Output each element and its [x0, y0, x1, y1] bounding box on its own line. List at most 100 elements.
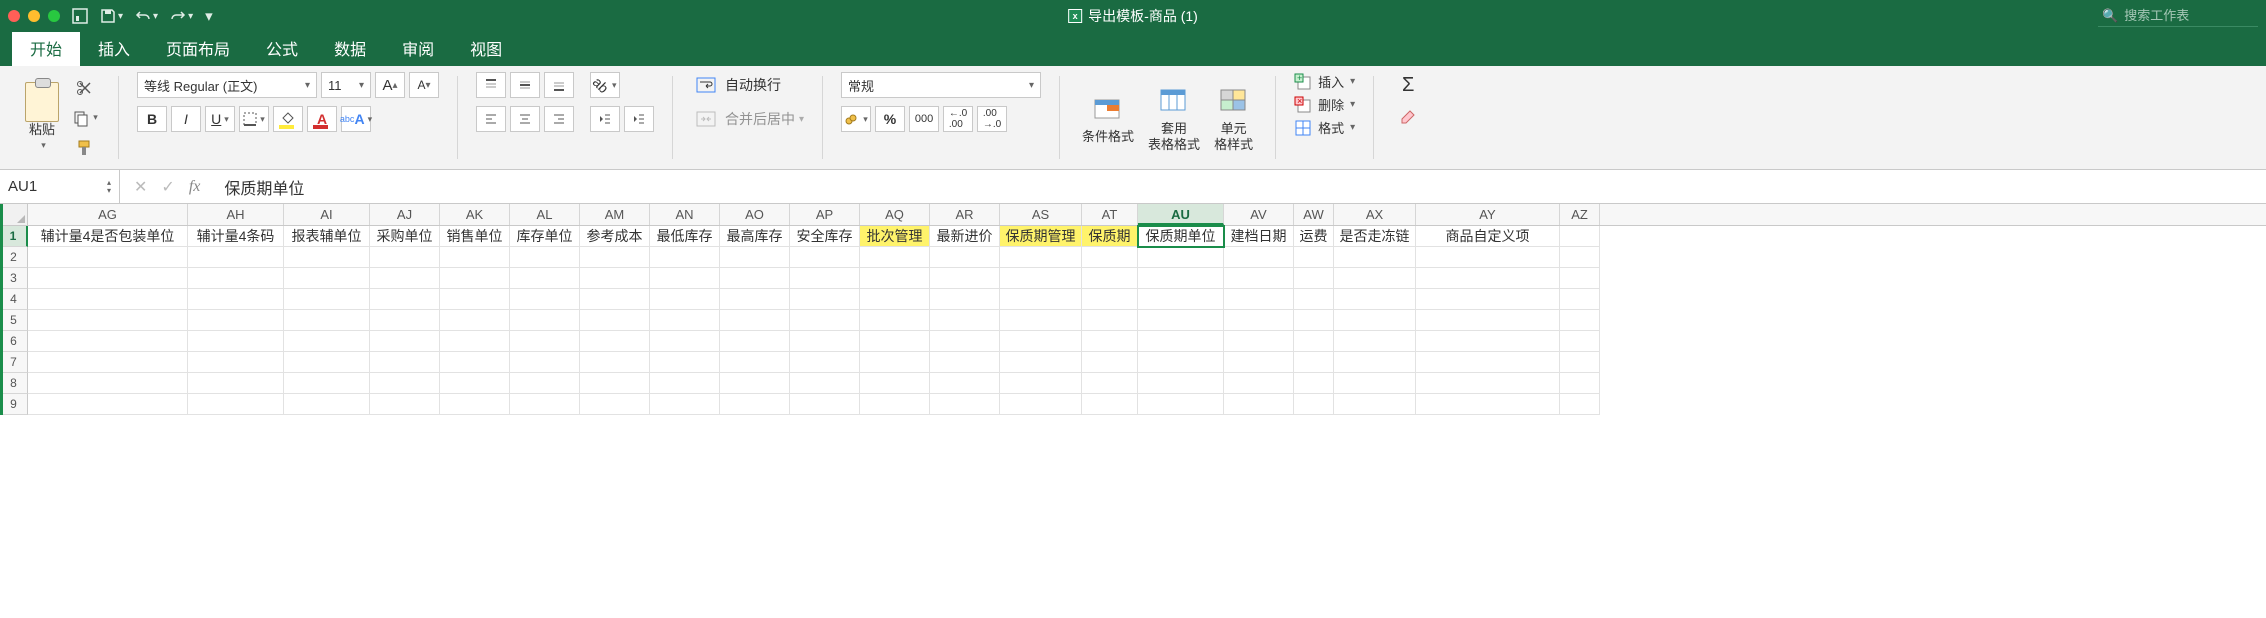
select-all-corner[interactable]: [0, 204, 28, 225]
cell-AT6[interactable]: [1082, 331, 1138, 352]
row-header-5[interactable]: 5: [0, 310, 28, 331]
cell-AP1[interactable]: 安全库存: [790, 226, 860, 247]
tab-审阅[interactable]: 审阅: [384, 30, 452, 66]
italic-button[interactable]: I: [171, 106, 201, 132]
cell-AZ2[interactable]: [1560, 247, 1600, 268]
cell-AV6[interactable]: [1224, 331, 1294, 352]
cell-AR2[interactable]: [930, 247, 1000, 268]
cell-AH8[interactable]: [188, 373, 284, 394]
increase-font-button[interactable]: A▴: [375, 72, 405, 98]
cell-AY1[interactable]: 商品自定义项: [1416, 226, 1560, 247]
search-input[interactable]: [2122, 7, 2242, 24]
cell-AO8[interactable]: [720, 373, 790, 394]
cell-AV5[interactable]: [1224, 310, 1294, 331]
decrease-indent-button[interactable]: [590, 106, 620, 132]
cell-AS8[interactable]: [1000, 373, 1082, 394]
orientation-button[interactable]: ab: [590, 72, 620, 98]
cell-AX2[interactable]: [1334, 247, 1416, 268]
cell-AW9[interactable]: [1294, 394, 1334, 415]
search-box[interactable]: 🔍: [2098, 5, 2258, 27]
column-header-AY[interactable]: AY: [1416, 204, 1560, 225]
cell-AY6[interactable]: [1416, 331, 1560, 352]
cell-AX7[interactable]: [1334, 352, 1416, 373]
underline-button[interactable]: U: [205, 106, 235, 132]
customize-qat-icon[interactable]: ▾: [205, 7, 213, 25]
column-header-AR[interactable]: AR: [930, 204, 1000, 225]
cell-AG5[interactable]: [28, 310, 188, 331]
row-header-6[interactable]: 6: [0, 331, 28, 352]
save-icon[interactable]: ▾: [100, 8, 123, 24]
cell-AZ7[interactable]: [1560, 352, 1600, 373]
increase-decimal-button[interactable]: ←.0.00: [943, 106, 973, 132]
cell-AW5[interactable]: [1294, 310, 1334, 331]
format-cells-button[interactable]: 格式▾: [1294, 118, 1355, 137]
cell-AL1[interactable]: 库存单位: [510, 226, 580, 247]
row-header-8[interactable]: 8: [0, 373, 28, 394]
column-header-AT[interactable]: AT: [1082, 204, 1138, 225]
cell-AS7[interactable]: [1000, 352, 1082, 373]
row-header-4[interactable]: 4: [0, 289, 28, 310]
enter-formula-button[interactable]: ✓: [161, 177, 174, 197]
align-bottom-button[interactable]: [544, 72, 574, 98]
name-box[interactable]: AU1 ▴▾: [0, 170, 120, 203]
cell-AZ9[interactable]: [1560, 394, 1600, 415]
decrease-font-button[interactable]: A▾: [409, 72, 439, 98]
cell-AK9[interactable]: [440, 394, 510, 415]
cell-AN1[interactable]: 最低库存: [650, 226, 720, 247]
column-header-AS[interactable]: AS: [1000, 204, 1082, 225]
currency-button[interactable]: [841, 106, 871, 132]
cell-AT5[interactable]: [1082, 310, 1138, 331]
insert-cells-button[interactable]: + 插入▾: [1294, 72, 1355, 91]
column-header-AN[interactable]: AN: [650, 204, 720, 225]
cell-AQ4[interactable]: [860, 289, 930, 310]
cell-AO4[interactable]: [720, 289, 790, 310]
cell-AJ4[interactable]: [370, 289, 440, 310]
redo-button[interactable]: ▾: [170, 8, 193, 24]
cell-AR1[interactable]: 最新进价: [930, 226, 1000, 247]
column-header-AU[interactable]: AU: [1138, 204, 1224, 225]
tab-开始[interactable]: 开始: [12, 30, 80, 66]
cell-AN3[interactable]: [650, 268, 720, 289]
cell-AZ5[interactable]: [1560, 310, 1600, 331]
align-right-button[interactable]: [544, 106, 574, 132]
cell-AQ3[interactable]: [860, 268, 930, 289]
cell-AN4[interactable]: [650, 289, 720, 310]
cell-AL9[interactable]: [510, 394, 580, 415]
align-center-button[interactable]: [510, 106, 540, 132]
cell-AV2[interactable]: [1224, 247, 1294, 268]
format-table-button[interactable]: 套用 表格格式: [1144, 81, 1204, 154]
cell-AO7[interactable]: [720, 352, 790, 373]
cell-AX6[interactable]: [1334, 331, 1416, 352]
cell-AK3[interactable]: [440, 268, 510, 289]
column-header-AQ[interactable]: AQ: [860, 204, 930, 225]
row-header-7[interactable]: 7: [0, 352, 28, 373]
cell-AH4[interactable]: [188, 289, 284, 310]
cell-AM8[interactable]: [580, 373, 650, 394]
column-header-AX[interactable]: AX: [1334, 204, 1416, 225]
cell-AX5[interactable]: [1334, 310, 1416, 331]
cell-AX4[interactable]: [1334, 289, 1416, 310]
column-header-AV[interactable]: AV: [1224, 204, 1294, 225]
cell-AP7[interactable]: [790, 352, 860, 373]
cell-AH3[interactable]: [188, 268, 284, 289]
cell-AM1[interactable]: 参考成本: [580, 226, 650, 247]
cell-AZ6[interactable]: [1560, 331, 1600, 352]
cell-AI8[interactable]: [284, 373, 370, 394]
cell-AQ1[interactable]: 批次管理: [860, 226, 930, 247]
cell-AG7[interactable]: [28, 352, 188, 373]
cell-AH7[interactable]: [188, 352, 284, 373]
cell-AV1[interactable]: 建档日期: [1224, 226, 1294, 247]
cell-AV7[interactable]: [1224, 352, 1294, 373]
cell-AP9[interactable]: [790, 394, 860, 415]
phonetic-button[interactable]: abc A: [341, 106, 371, 132]
cell-AJ8[interactable]: [370, 373, 440, 394]
cell-AI2[interactable]: [284, 247, 370, 268]
align-middle-button[interactable]: [510, 72, 540, 98]
merge-center-button[interactable]: 合并后居中 ▾: [691, 106, 804, 132]
maximize-window-button[interactable]: [48, 10, 60, 22]
cell-AH5[interactable]: [188, 310, 284, 331]
cell-AU8[interactable]: [1138, 373, 1224, 394]
close-window-button[interactable]: [8, 10, 20, 22]
cell-AP2[interactable]: [790, 247, 860, 268]
cell-AP6[interactable]: [790, 331, 860, 352]
